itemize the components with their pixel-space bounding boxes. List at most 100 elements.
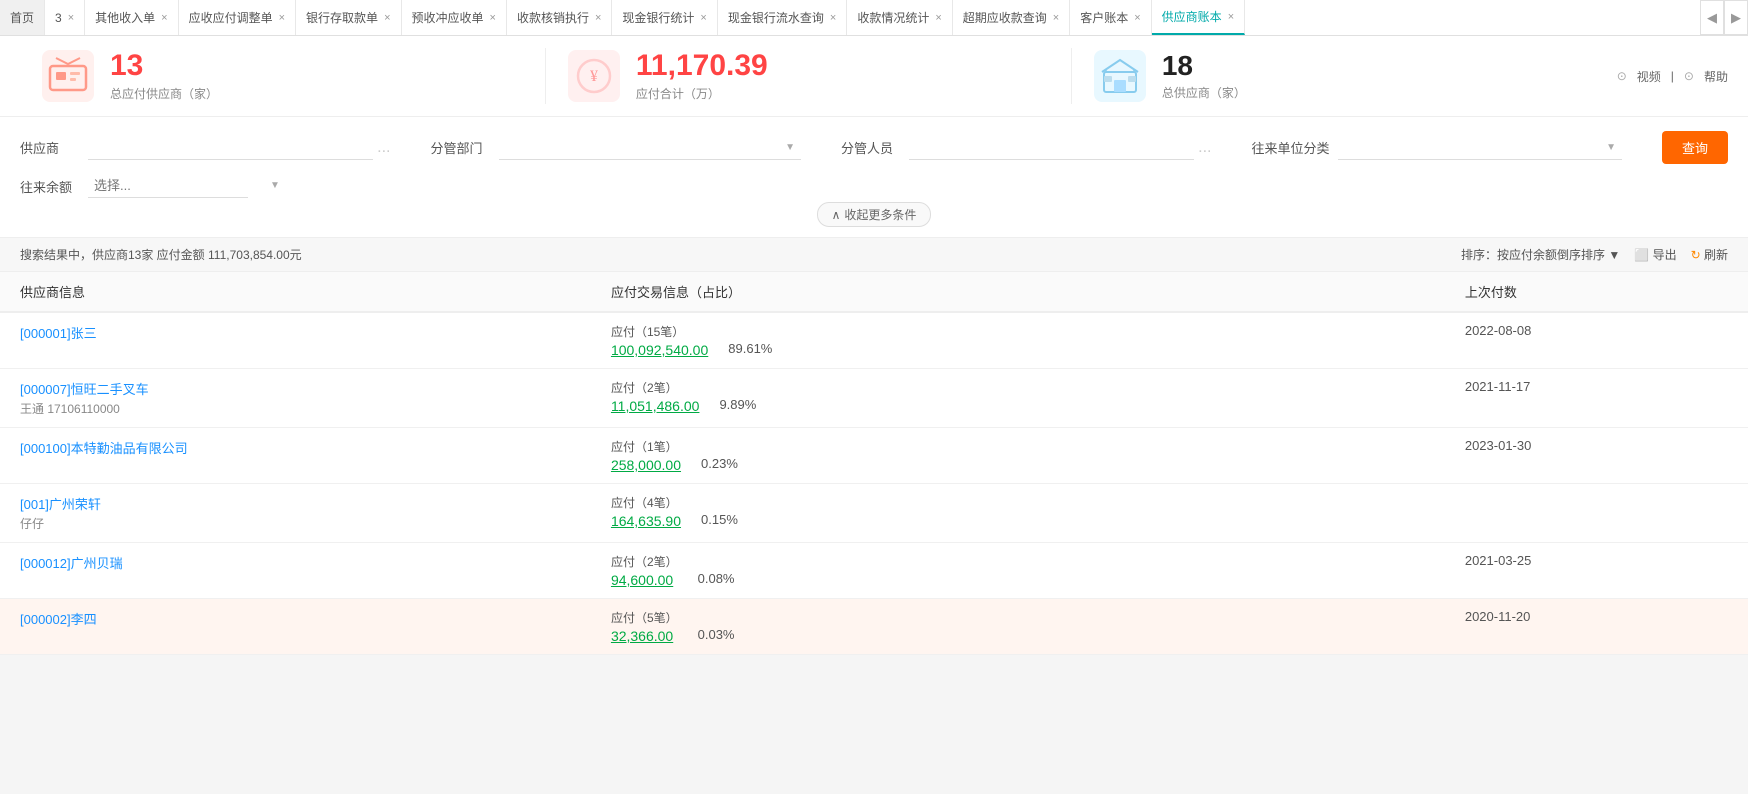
nav-tab-cash-bank-stat[interactable]: 现金银行统计× — [612, 0, 717, 35]
supplier-filter-label: 供应商 — [20, 138, 80, 157]
supplier-name-link[interactable]: [000001]张三 — [20, 326, 97, 341]
supplier-info-cell: [000100]本特勤油品有限公司 — [0, 428, 591, 484]
table-row: [000007]恒旺二手叉车王通 17106110000应付（2笔）11,051… — [0, 369, 1748, 428]
query-button[interactable]: 查询 — [1662, 131, 1728, 164]
tx-percent: 0.03% — [698, 627, 735, 642]
nav-tab-home[interactable]: 首页 — [0, 0, 45, 35]
separator: | — [1671, 69, 1674, 83]
tx-label: 应付（2笔） — [611, 553, 678, 570]
table-header: 供应商信息 应付交易信息（占比） 上次付数 — [0, 272, 1748, 312]
balance-filter-select[interactable]: ▼ — [88, 174, 248, 198]
supplier-info-cell: [000001]张三 — [0, 312, 591, 369]
nav-tab-ar-ap-adj[interactable]: 应收应付调整单× — [179, 0, 296, 35]
nav-left-arrow[interactable]: ◀ — [1700, 0, 1724, 35]
nav-tab-receipt-stat[interactable]: 收款情况统计× — [847, 0, 952, 35]
result-actions: 排序：按应付余额倒序排序 ▼ ⬜ 导出 ↻ 刷新 — [1461, 246, 1728, 263]
refresh-btn[interactable]: ↻ 刷新 — [1691, 246, 1728, 263]
tx-amount-link[interactable]: 164,635.90 — [611, 513, 681, 529]
tx-amount-link[interactable]: 32,366.00 — [611, 628, 673, 644]
total-suppliers-label: 总供应商（家） — [1162, 84, 1246, 101]
unit-filter-select[interactable]: ▼ — [1338, 136, 1622, 160]
filter-supplier: 供应商 ... — [20, 136, 391, 160]
filter-section: 供应商 ... 分管部门 ▼ 分管人员 ... 往来单位分类 ▼ — [0, 117, 1748, 238]
payable-suppliers-count: 13 — [110, 51, 218, 81]
close-tab-bank-deposit[interactable]: × — [384, 12, 390, 24]
money-icon: ¥ — [566, 48, 622, 104]
video-link[interactable]: 视频 — [1637, 68, 1661, 85]
payable-suppliers-label: 总应付供应商（家） — [110, 85, 218, 102]
nav-tab-other-income[interactable]: 其他收入单× — [85, 0, 178, 35]
supplier-filter-input[interactable] — [88, 136, 373, 160]
close-tab-ar-ap-adj[interactable]: × — [279, 12, 285, 24]
supplier-filter-dots[interactable]: ... — [377, 139, 390, 157]
nav-tab-tab3[interactable]: 3× — [45, 0, 85, 35]
last-pay-cell — [1445, 484, 1748, 543]
nav-tab-bank-deposit[interactable]: 银行存取款单× — [296, 0, 401, 35]
unit-dropdown-icon: ▼ — [1606, 142, 1616, 153]
collapse-bar: ∧ 收起更多条件 — [20, 202, 1728, 227]
export-btn[interactable]: ⬜ 导出 — [1634, 246, 1676, 263]
table-row: [001]广州荣轩仔仔应付（4笔）164,635.900.15% — [0, 484, 1748, 543]
tx-percent: 0.23% — [701, 456, 738, 471]
dept-filter-select[interactable]: ▼ — [499, 136, 802, 160]
tx-amount-link[interactable]: 11,051,486.00 — [611, 398, 700, 414]
filter-balance: 往来余额 ▼ — [20, 174, 248, 198]
tx-label: 应付（5笔） — [611, 609, 678, 626]
close-tab-overdue-ar[interactable]: × — [1053, 12, 1059, 24]
close-tab-prepay-ar[interactable]: × — [490, 12, 496, 24]
result-text: 搜索结果中，供应商13家 应付金额 111,703,854.00元 — [20, 246, 302, 263]
tx-label: 应付（4笔） — [611, 494, 681, 511]
store-icon — [1092, 48, 1148, 104]
supplier-name-link[interactable]: [000002]李四 — [20, 612, 97, 627]
table-body: [000001]张三应付（15笔）100,092,540.0089.61%202… — [0, 312, 1748, 655]
collapse-up-icon: ∧ — [832, 208, 841, 222]
person-filter-input[interactable] — [909, 136, 1194, 160]
person-filter-label: 分管人员 — [841, 138, 901, 157]
nav-tab-customer-ledger[interactable]: 客户账本× — [1070, 0, 1151, 35]
close-tab-cash-bank-stat[interactable]: × — [700, 12, 706, 24]
tx-info-cell: 应付（15笔）100,092,540.0089.61% — [591, 312, 1445, 369]
tx-percent: 0.15% — [701, 512, 738, 527]
close-tab-receipt-verify[interactable]: × — [595, 12, 601, 24]
nav-tab-supplier-ledger[interactable]: 供应商账本× — [1152, 0, 1245, 35]
help-link[interactable]: 帮助 — [1704, 68, 1728, 85]
top-right-links: ⊙ 视频 | ⊙ 帮助 — [1597, 68, 1728, 85]
nav-tab-prepay-ar[interactable]: 预收冲应收单× — [402, 0, 507, 35]
payable-total-amount: 11,170.39 — [636, 51, 768, 81]
tx-percent: 0.08% — [698, 571, 735, 586]
svg-text:¥: ¥ — [590, 68, 598, 85]
table-row: [000100]本特勤油品有限公司 应付（1笔） 258,000.00 0.23% 20… — [0, 428, 1748, 484]
tx-amount-link[interactable]: 94,600.00 — [611, 572, 673, 588]
unit-filter-label: 往来单位分类 — [1252, 138, 1330, 157]
tx-amount-link[interactable]: 258,000.00 — [611, 457, 681, 473]
close-tab-other-income[interactable]: × — [161, 12, 167, 24]
close-tab-tab3[interactable]: × — [68, 12, 74, 24]
tx-label: 应付（1笔） — [611, 438, 681, 455]
supplier-name-link[interactable]: [000100]本特勤油品有限公司 — [20, 441, 188, 456]
sort-label[interactable]: 排序：按应付余额倒序排序 ▼ — [1461, 246, 1620, 263]
person-filter-dots[interactable]: ... — [1198, 139, 1211, 157]
supplier-name-link[interactable]: [000007]恒旺二手叉车 — [20, 382, 149, 397]
tx-info-cell: 应付（5笔） 32,366.00 0.03% — [591, 599, 1445, 655]
close-tab-receipt-stat[interactable]: × — [935, 12, 941, 24]
last-pay-cell: 2021-11-17 — [1445, 369, 1748, 428]
nav-tab-overdue-ar[interactable]: 超期应收款查询× — [953, 0, 1070, 35]
data-table-container: 供应商信息 应付交易信息（占比） 上次付数 [000001]张三 应付（15笔）1… — [0, 272, 1748, 655]
supplier-name-link[interactable]: [001]广州荣轩 — [20, 497, 101, 512]
collapse-button[interactable]: ∧ 收起更多条件 — [817, 202, 932, 227]
close-tab-supplier-ledger[interactable]: × — [1228, 11, 1234, 23]
nav-tab-cash-bank-flow[interactable]: 现金银行流水查询× — [718, 0, 847, 35]
balance-filter-input[interactable] — [94, 178, 270, 193]
tx-amount-link[interactable]: 100,092,540.00 — [611, 342, 708, 358]
nav-right-arrow[interactable]: ▶ — [1724, 0, 1748, 35]
nav-tab-receipt-verify[interactable]: 收款核销执行× — [507, 0, 612, 35]
stat-payable-suppliers: 13 总应付供应商（家） — [20, 48, 546, 104]
close-tab-customer-ledger[interactable]: × — [1134, 12, 1140, 24]
supplier-name-link[interactable]: [000012]广州贝瑞 — [20, 556, 123, 571]
close-tab-cash-bank-flow[interactable]: × — [830, 12, 836, 24]
stat-total-suppliers: 18 总供应商（家） — [1072, 48, 1597, 104]
filter-unit: 往来单位分类 ▼ — [1252, 136, 1623, 160]
stats-bar: 13 总应付供应商（家） ¥ 11,170.39 应付合计（万） — [0, 36, 1748, 117]
last-pay-cell: 2023-01-30 — [1445, 428, 1748, 484]
supplier-table: 供应商信息 应付交易信息（占比） 上次付数 [000001]张三 应付（15笔）1… — [0, 272, 1748, 655]
